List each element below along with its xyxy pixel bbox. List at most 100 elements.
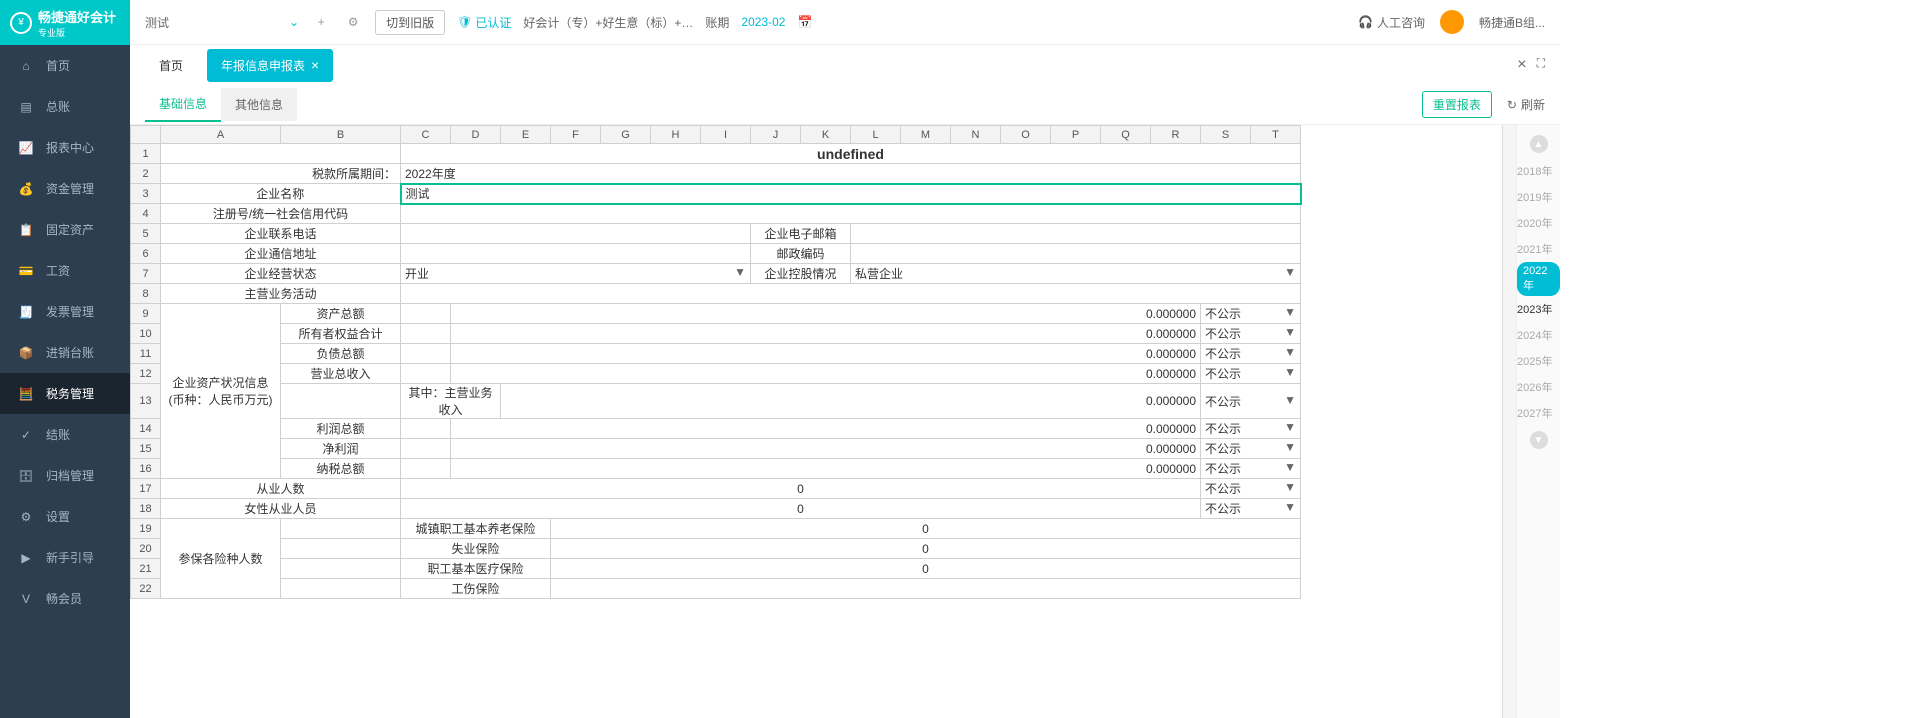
cell-value[interactable] <box>401 459 451 479</box>
cell-value[interactable] <box>401 244 751 264</box>
row-header[interactable]: 7 <box>131 264 161 284</box>
cell-dropdown[interactable]: 不公示▼ <box>1201 479 1301 499</box>
cell-value[interactable]: 0.000000 <box>451 304 1201 324</box>
subtab-other[interactable]: 其他信息 <box>221 88 297 121</box>
cell-dropdown[interactable]: 不公示▼ <box>1201 419 1301 439</box>
cell-value[interactable] <box>401 284 1301 304</box>
col-header[interactable]: F <box>551 126 601 144</box>
cell-label[interactable]: 其中：主营业务收入 <box>401 384 501 419</box>
cell-label[interactable]: 从业人数 <box>161 479 401 499</box>
row-header[interactable]: 14 <box>131 419 161 439</box>
cell-label[interactable]: 利润总额 <box>281 419 401 439</box>
tab-annual-report[interactable]: 年报信息申报表 × <box>207 49 333 82</box>
cell-value[interactable] <box>401 224 751 244</box>
row-header[interactable]: 21 <box>131 559 161 579</box>
row-header[interactable]: 5 <box>131 224 161 244</box>
cell-value[interactable] <box>851 224 1301 244</box>
nav-ledger[interactable]: ▤总账 <box>0 86 130 127</box>
cell-value[interactable] <box>401 364 451 384</box>
cell-dropdown[interactable]: 不公示▼ <box>1201 324 1301 344</box>
row-header[interactable]: 9 <box>131 304 161 324</box>
cell-label[interactable]: 企业控股情况 <box>751 264 851 284</box>
col-header[interactable]: S <box>1201 126 1251 144</box>
cell-value[interactable]: 0.000000 <box>451 439 1201 459</box>
row-header[interactable]: 6 <box>131 244 161 264</box>
company-selector[interactable]: 测试 ⌄ <box>145 14 299 31</box>
cell-value[interactable] <box>281 579 401 599</box>
subtab-basic[interactable]: 基础信息 <box>145 87 221 122</box>
nav-stock[interactable]: 📦进销台账 <box>0 332 130 373</box>
cell-label[interactable]: 净利润 <box>281 439 401 459</box>
cell-label[interactable]: 主营业务活动 <box>161 284 401 304</box>
cell-dropdown[interactable]: 不公示▼ <box>1201 499 1301 519</box>
cell-label[interactable]: 纳税总额 <box>281 459 401 479</box>
cell-value[interactable] <box>401 419 451 439</box>
nav-asset[interactable]: 📋固定资产 <box>0 209 130 250</box>
cell-label[interactable]: 负债总额 <box>281 344 401 364</box>
year-2018年[interactable]: 2018年 <box>1517 158 1560 184</box>
cell-label[interactable]: 邮政编码 <box>751 244 851 264</box>
year-2027年[interactable]: 2027年 <box>1517 400 1560 426</box>
cell-value[interactable]: 0 <box>551 519 1301 539</box>
col-header[interactable]: I <box>701 126 751 144</box>
year-2025年[interactable]: 2025年 <box>1517 348 1560 374</box>
cell-value[interactable]: 0.000000 <box>451 364 1201 384</box>
cell-dropdown[interactable]: 不公示▼ <box>1201 344 1301 364</box>
user-name[interactable]: 畅捷通B组... <box>1479 14 1545 31</box>
cell-value[interactable] <box>401 204 1301 224</box>
col-header[interactable]: L <box>851 126 901 144</box>
avatar[interactable] <box>1440 10 1464 34</box>
year-up-icon[interactable]: ▲ <box>1530 135 1548 153</box>
cell-label[interactable]: 税款所属期间： <box>161 164 401 184</box>
cell-value[interactable]: 0.000000 <box>451 324 1201 344</box>
year-2023年[interactable]: 2023年 <box>1517 296 1560 322</box>
cell-value[interactable] <box>851 244 1301 264</box>
cell-label[interactable]: 企业电子邮箱 <box>751 224 851 244</box>
cell-value[interactable] <box>551 579 1301 599</box>
row-header[interactable]: 8 <box>131 284 161 304</box>
row-header[interactable]: 20 <box>131 539 161 559</box>
col-header[interactable]: P <box>1051 126 1101 144</box>
old-version-button[interactable]: 切到旧版 <box>375 10 445 35</box>
year-2020年[interactable]: 2020年 <box>1517 210 1560 236</box>
cell-value[interactable] <box>401 439 451 459</box>
cell-value[interactable] <box>401 344 451 364</box>
row-header[interactable]: 2 <box>131 164 161 184</box>
year-down-icon[interactable]: ▼ <box>1530 431 1548 449</box>
cell-value[interactable] <box>281 559 401 579</box>
scrollbar-vertical[interactable] <box>1502 125 1516 718</box>
close-panel-icon[interactable]: × <box>1517 56 1526 74</box>
cell-label[interactable]: 城镇职工基本养老保险 <box>401 519 551 539</box>
col-header[interactable]: N <box>951 126 1001 144</box>
nav-invoice[interactable]: 🧾发票管理 <box>0 291 130 332</box>
nav-salary[interactable]: 💳工资 <box>0 250 130 291</box>
row-header[interactable]: 12 <box>131 364 161 384</box>
selected-cell[interactable]: 测试 <box>401 184 1301 204</box>
col-header[interactable]: B <box>281 126 401 144</box>
year-2026年[interactable]: 2026年 <box>1517 374 1560 400</box>
cell-label[interactable]: 女性从业人员 <box>161 499 401 519</box>
row-header[interactable]: 22 <box>131 579 161 599</box>
cell-value[interactable]: 0 <box>551 539 1301 559</box>
nav-tax[interactable]: 🧮税务管理 <box>0 373 130 414</box>
cell-group[interactable]: 参保各险种人数 <box>161 519 281 599</box>
cell-label[interactable]: 企业通信地址 <box>161 244 401 264</box>
row-header[interactable]: 17 <box>131 479 161 499</box>
cell-label[interactable]: 工伤保险 <box>401 579 551 599</box>
cell-label[interactable]: 企业联系电话 <box>161 224 401 244</box>
cell-value[interactable]: 0.000000 <box>451 419 1201 439</box>
year-2019年[interactable]: 2019年 <box>1517 184 1560 210</box>
expand-icon[interactable]: ⛶ <box>1537 56 1545 74</box>
col-header[interactable]: E <box>501 126 551 144</box>
cell-dropdown[interactable]: 私营企业▼ <box>851 264 1301 284</box>
nav-money[interactable]: 💰资金管理 <box>0 168 130 209</box>
col-header[interactable]: K <box>801 126 851 144</box>
col-header[interactable]: M <box>901 126 951 144</box>
row-header[interactable]: 15 <box>131 439 161 459</box>
col-header[interactable]: A <box>161 126 281 144</box>
cell-value[interactable] <box>161 144 401 164</box>
row-header[interactable]: 19 <box>131 519 161 539</box>
nav-vip[interactable]: V畅会员 <box>0 578 130 619</box>
tab-home[interactable]: 首页 <box>145 49 197 82</box>
cell-value[interactable]: 0 <box>401 499 1201 519</box>
